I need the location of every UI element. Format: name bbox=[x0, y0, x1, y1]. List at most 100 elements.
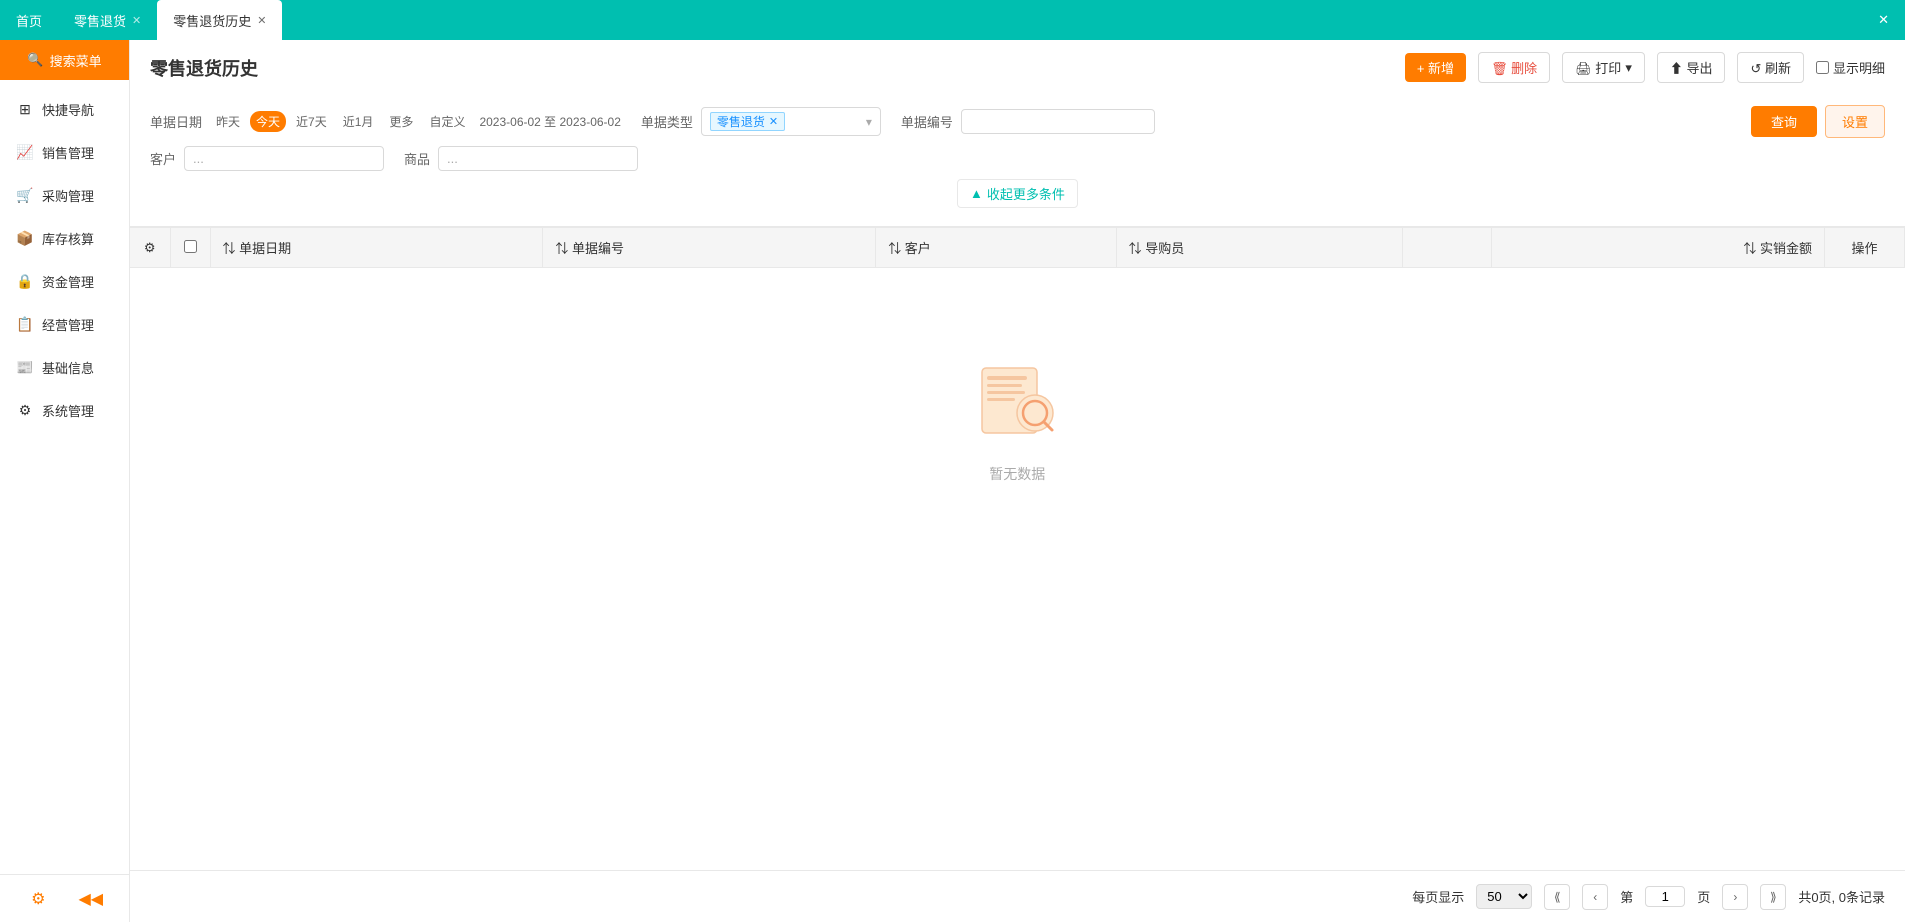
voucher-number-input[interactable] bbox=[961, 109, 1155, 134]
top-bar: 首页 零售退货 ✕ 零售退货历史 ✕ ✕ bbox=[0, 0, 1905, 40]
filter-row-1: 单据日期 昨天 今天 近7天 近1月 更多 自定义 2023-06-02 至 2… bbox=[150, 105, 1885, 138]
col-spacer bbox=[1403, 228, 1492, 268]
sidebar: 🔍 搜索菜单 ⊞ 快捷导航 📈 销售管理 🛒 采购管理 📦 库存核算 🔒 bbox=[0, 40, 130, 922]
col-checkbox[interactable] bbox=[170, 228, 210, 268]
query-button[interactable]: 查询 bbox=[1751, 106, 1817, 137]
sidebar-item-label-inventory: 库存核算 bbox=[42, 229, 94, 248]
print-button[interactable]: 🖨 打印 ▾ bbox=[1562, 52, 1645, 83]
date-btn-last-month[interactable]: 近1月 bbox=[337, 111, 380, 132]
sidebar-item-finance[interactable]: 🔒 资金管理 bbox=[0, 260, 129, 303]
filter-action-buttons: 查询 设置 bbox=[1751, 105, 1885, 138]
empty-icon bbox=[967, 348, 1067, 448]
col-number: ⇅ 单据编号 bbox=[543, 228, 876, 268]
col-ops: 操作 bbox=[1825, 228, 1905, 268]
per-page-select[interactable]: 50 10 20 100 bbox=[1476, 884, 1532, 909]
sidebar-item-inventory[interactable]: 📦 库存核算 bbox=[0, 217, 129, 260]
sidebar-search-label: 搜索菜单 bbox=[50, 51, 102, 70]
col-ops-label: 操作 bbox=[1851, 241, 1877, 256]
system-mgmt-icon: ⚙ bbox=[16, 402, 34, 420]
customer-filter: 客户 ... bbox=[150, 146, 384, 171]
tab-retail-return[interactable]: 零售退货 ✕ bbox=[58, 0, 157, 40]
customer-input[interactable]: ... bbox=[184, 146, 384, 171]
sidebar-item-basic-info[interactable]: 📰 基础信息 bbox=[0, 346, 129, 389]
window-close-button[interactable]: ✕ bbox=[1878, 12, 1905, 28]
settings-button[interactable]: 设置 bbox=[1825, 105, 1885, 138]
page-input[interactable] bbox=[1645, 886, 1685, 907]
table-header-row: ⚙ ⇅ 单据日期 ⇅ 单据编号 ⇅ 客户 bbox=[130, 228, 1905, 268]
goods-filter: 商品 ... bbox=[404, 146, 638, 171]
volume-bottom-icon[interactable]: ◀◀ bbox=[77, 885, 105, 913]
toolbar: + 新增 🗑 删除 🖨 打印 ▾ ⬆ 导出 ↺ 刷新 显示明细 bbox=[1405, 52, 1885, 83]
date-btn-more[interactable]: 更多 bbox=[383, 111, 419, 132]
show-detail-label[interactable]: 显示明细 bbox=[1816, 58, 1885, 77]
finance-icon: 🔒 bbox=[16, 273, 34, 291]
tab-retail-return-history[interactable]: 零售退货历史 ✕ bbox=[157, 0, 282, 40]
next-page-button[interactable]: › bbox=[1722, 884, 1748, 910]
export-button[interactable]: ⬆ 导出 bbox=[1657, 52, 1726, 83]
pagination-bar: 每页显示 50 10 20 100 ⟪ ‹ 第 页 › ⟫ 共0页, 0条记录 bbox=[130, 870, 1905, 922]
search-icon: 🔍 bbox=[27, 52, 43, 68]
col-guide-label: ⇅ 导购员 bbox=[1129, 241, 1185, 256]
sidebar-item-purchase-mgmt[interactable]: 🛒 采购管理 bbox=[0, 174, 129, 217]
col-settings[interactable]: ⚙ bbox=[130, 228, 170, 268]
sidebar-item-label-sales: 销售管理 bbox=[42, 143, 94, 162]
empty-state: 暂无数据 bbox=[130, 268, 1905, 564]
pagination-summary: 共0页, 0条记录 bbox=[1798, 887, 1885, 906]
sidebar-item-system-mgmt[interactable]: ⚙ 系统管理 bbox=[0, 389, 129, 432]
quick-nav-icon: ⊞ bbox=[16, 101, 34, 119]
sidebar-item-label-system: 系统管理 bbox=[42, 401, 94, 420]
sales-mgmt-icon: 📈 bbox=[16, 144, 34, 162]
page-unit: 页 bbox=[1697, 887, 1710, 906]
per-page-label: 每页显示 bbox=[1412, 887, 1464, 906]
tab-list: 首页 零售退货 ✕ 零售退货历史 ✕ bbox=[0, 0, 1878, 40]
customer-label: 客户 bbox=[150, 149, 176, 168]
empty-text: 暂无数据 bbox=[989, 464, 1045, 484]
sidebar-item-operations[interactable]: 📋 经营管理 bbox=[0, 303, 129, 346]
sidebar-search[interactable]: 🔍 搜索菜单 bbox=[0, 40, 129, 80]
settings-bottom-icon[interactable]: ⚙ bbox=[24, 885, 52, 913]
sidebar-item-label-quick-nav: 快捷导航 bbox=[42, 100, 94, 119]
content-area: 零售退货历史 + 新增 🗑 删除 🖨 打印 ▾ ⬆ 导出 ↺ 刷新 显示明细 bbox=[130, 40, 1905, 922]
date-btn-yesterday[interactable]: 昨天 bbox=[210, 111, 246, 132]
first-page-button[interactable]: ⟪ bbox=[1544, 884, 1570, 910]
select-all-checkbox[interactable] bbox=[184, 240, 197, 253]
last-page-button[interactable]: ⟫ bbox=[1760, 884, 1786, 910]
tab-home[interactable]: 首页 bbox=[0, 0, 58, 40]
close-retail-return-history-tab[interactable]: ✕ bbox=[257, 14, 266, 27]
sidebar-item-label-finance: 资金管理 bbox=[42, 272, 94, 291]
col-amount: ⇅ 实销金额 bbox=[1492, 228, 1825, 268]
date-filter-label: 单据日期 bbox=[150, 112, 202, 131]
filter-row-2: 客户 ... 商品 ... bbox=[150, 146, 1885, 171]
show-detail-checkbox[interactable] bbox=[1816, 61, 1829, 74]
empty-state-row: 暂无数据 bbox=[130, 268, 1905, 565]
voucher-type-label: 单据类型 bbox=[641, 112, 693, 131]
col-guide: ⇅ 导购员 bbox=[1116, 228, 1403, 268]
sidebar-nav: ⊞ 快捷导航 📈 销售管理 🛒 采购管理 📦 库存核算 🔒 资金管理 📋 bbox=[0, 80, 129, 874]
main-layout: 🔍 搜索菜单 ⊞ 快捷导航 📈 销售管理 🛒 采购管理 📦 库存核算 🔒 bbox=[0, 40, 1905, 922]
delete-button[interactable]: 🗑 删除 bbox=[1478, 52, 1550, 83]
col-customer: ⇅ 客户 bbox=[876, 228, 1116, 268]
goods-input[interactable]: ... bbox=[438, 146, 638, 171]
voucher-type-tag-close[interactable]: ✕ bbox=[769, 115, 778, 128]
operations-icon: 📋 bbox=[16, 316, 34, 334]
table-body: 暂无数据 bbox=[130, 268, 1905, 565]
close-retail-return-tab[interactable]: ✕ bbox=[132, 14, 141, 27]
col-date: ⇅ 单据日期 bbox=[210, 228, 543, 268]
sidebar-item-quick-nav[interactable]: ⊞ 快捷导航 bbox=[0, 88, 129, 131]
purchase-mgmt-icon: 🛒 bbox=[16, 187, 34, 205]
col-amount-label: ⇅ 实销金额 bbox=[1743, 241, 1812, 256]
voucher-number-filter: 单据编号 bbox=[901, 109, 1155, 134]
voucher-type-select[interactable]: 零售退货 ✕ ▾ bbox=[701, 107, 881, 136]
settings-col-icon[interactable]: ⚙ bbox=[144, 240, 156, 255]
prev-page-button[interactable]: ‹ bbox=[1582, 884, 1608, 910]
add-button[interactable]: + 新增 bbox=[1405, 53, 1466, 82]
sidebar-bottom: ⚙ ◀◀ bbox=[0, 874, 129, 922]
sidebar-item-sales-mgmt[interactable]: 📈 销售管理 bbox=[0, 131, 129, 174]
date-btn-last7[interactable]: 近7天 bbox=[290, 111, 333, 132]
date-btn-today[interactable]: 今天 bbox=[250, 111, 286, 132]
sidebar-item-label-basic-info: 基础信息 bbox=[42, 358, 94, 377]
date-btn-custom[interactable]: 自定义 bbox=[423, 111, 471, 132]
refresh-button[interactable]: ↺ 刷新 bbox=[1737, 52, 1804, 83]
collapse-filters-button[interactable]: ▲ 收起更多条件 bbox=[957, 179, 1078, 208]
voucher-number-label: 单据编号 bbox=[901, 112, 953, 131]
